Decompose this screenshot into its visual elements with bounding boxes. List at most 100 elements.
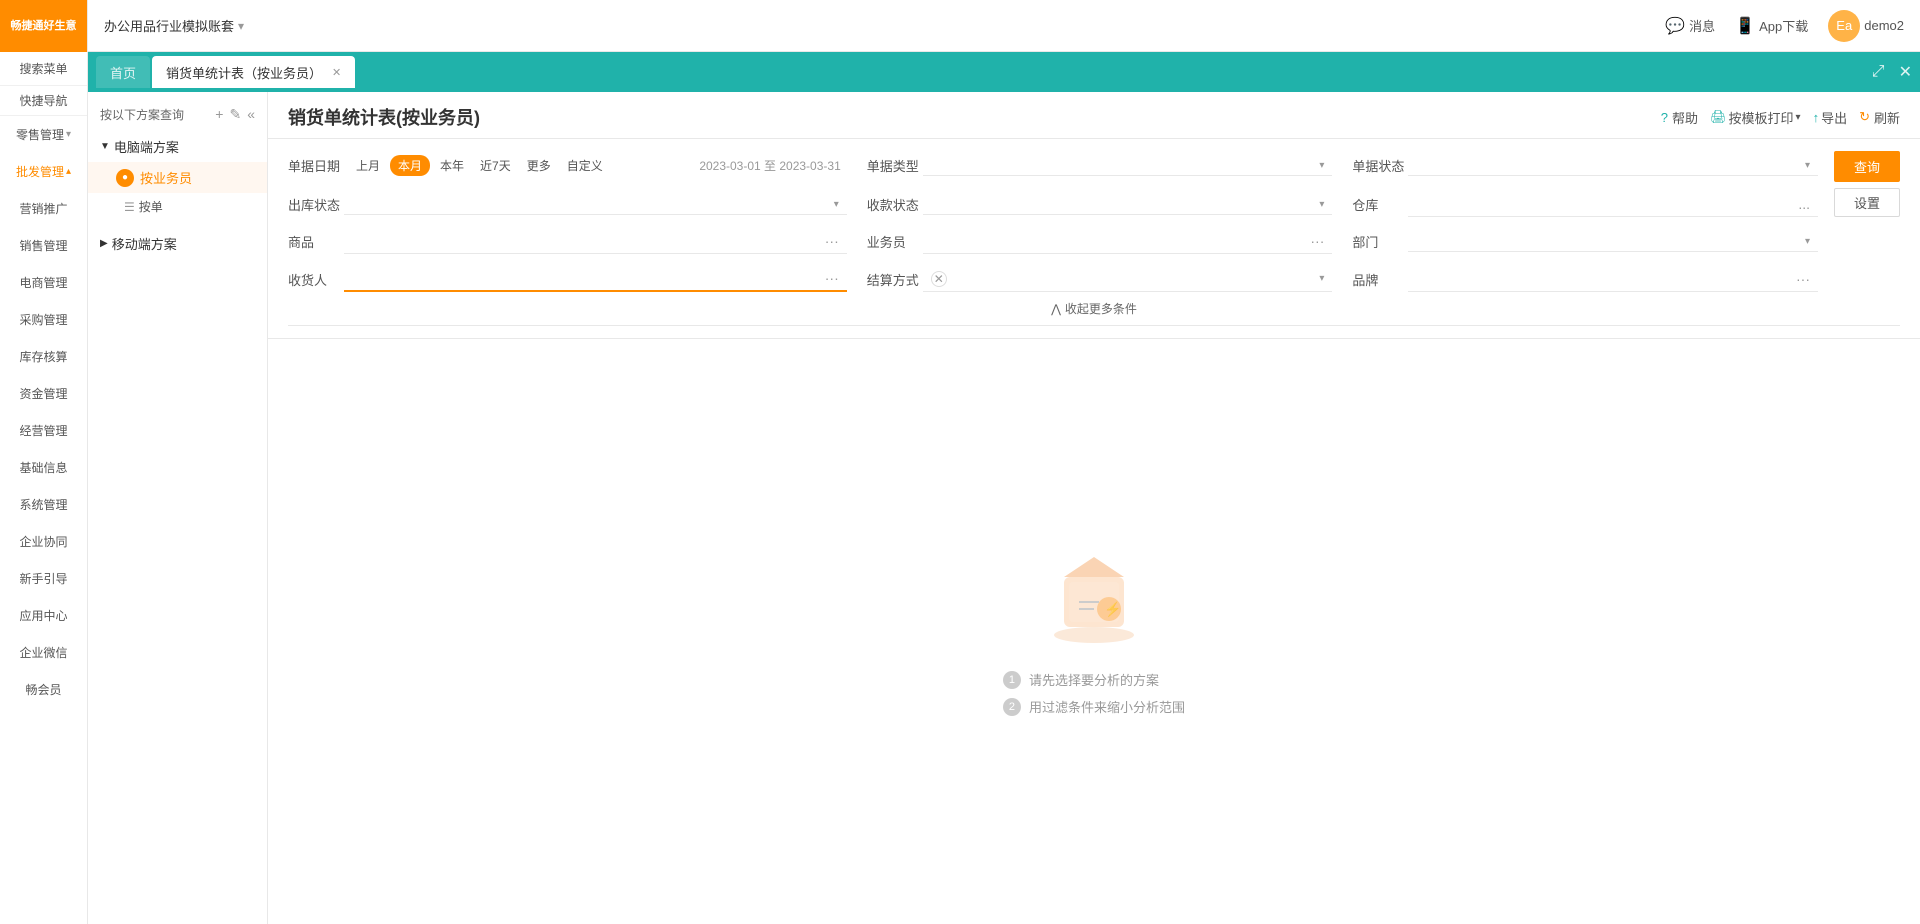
tab-sales-stat-label: 销货单统计表（按业务员）: [166, 63, 322, 82]
filter-main: 单据日期 上月 本月 本年 近7天 更多 自定义: [288, 151, 1900, 292]
add-scheme-icon[interactable]: +: [215, 106, 223, 123]
edit-scheme-icon[interactable]: ✎: [229, 106, 241, 123]
section-mobile-label: 移动端方案: [112, 234, 177, 253]
sidebar-item-label: 畅会员: [25, 681, 61, 698]
export-button[interactable]: ↑ 导出: [1813, 108, 1848, 127]
sidebar-item-member[interactable]: 畅会员: [0, 671, 87, 708]
filter-doc-status: 单据状态 ▾: [1352, 156, 1818, 176]
date-tab-custom[interactable]: 自定义: [561, 155, 609, 176]
left-panel-header: 按以下方案查询 + ✎ «: [88, 102, 267, 131]
tab-home[interactable]: 首页: [96, 56, 150, 88]
tab-maximize-icon[interactable]: ⤢: [1864, 63, 1893, 81]
lp-item-by-order[interactable]: ☰ 按单: [88, 193, 267, 220]
collapse-bar: ⋀ 收起更多条件: [288, 292, 1900, 326]
chevron-down-icon: ▾: [238, 19, 244, 33]
lp-item-by-salesperson[interactable]: ● 按业务员: [88, 162, 267, 193]
consignee-dots-icon[interactable]: ···: [825, 270, 839, 286]
out-status-control[interactable]: ▾: [344, 195, 847, 215]
salesperson-control[interactable]: ···: [923, 229, 1333, 254]
print-icon: 🖨: [1710, 109, 1727, 125]
doc-status-control[interactable]: ▾: [1408, 156, 1818, 176]
date-tab-thismonth[interactable]: 本月: [390, 155, 430, 176]
sidebar-item-newbie[interactable]: 新手引导: [0, 560, 87, 597]
tab-close-icon[interactable]: ✕: [332, 66, 341, 79]
sidebar-item-operations[interactable]: 经营管理: [0, 412, 87, 449]
message-button[interactable]: 💬 消息: [1665, 16, 1715, 36]
sidebar-item-basics[interactable]: 基础信息: [0, 449, 87, 486]
query-button[interactable]: 查询: [1834, 151, 1900, 182]
sidebar-item-marketing[interactable]: 营销推广: [0, 190, 87, 227]
sidebar-item-label: 新手引导: [19, 570, 67, 587]
sidebar-menu: 零售管理 ▾ 批发管理 ▴ 营销推广 销售管理 电商管理 采购管理 库存核算 资…: [0, 116, 87, 924]
brand-dots-icon[interactable]: ···: [1796, 271, 1810, 287]
doc-status-label: 单据状态: [1352, 156, 1408, 175]
lp-section-pc-title[interactable]: ▼ 电脑端方案: [88, 131, 267, 162]
filter-out-status: 出库状态 ▾: [288, 195, 847, 215]
lp-section-pc: ▼ 电脑端方案 ● 按业务员 ☰ 按单: [88, 131, 267, 220]
receipt-status-control[interactable]: ▾: [923, 195, 1333, 215]
filter-consignee: 收货人 ···: [288, 266, 847, 292]
date-tab-7days[interactable]: 近7天: [474, 155, 517, 176]
settings-button[interactable]: 设置: [1834, 188, 1900, 217]
left-panel-title: 按以下方案查询: [100, 106, 184, 123]
product-dots-icon[interactable]: ···: [825, 233, 839, 249]
tip-text-2: 用过滤条件来缩小分析范围: [1029, 697, 1185, 716]
lp-section-mobile: ▶ 移动端方案: [88, 228, 267, 259]
print-button[interactable]: 🖨 按模板打印 ▾: [1710, 108, 1801, 127]
sidebar-item-inventory[interactable]: 库存核算: [0, 338, 87, 375]
sidebar-item-ecommerce[interactable]: 电商管理: [0, 264, 87, 301]
sidebar-item-label: 采购管理: [19, 311, 67, 328]
sidebar-item-purchase[interactable]: 采购管理: [0, 301, 87, 338]
collapse-up-icon: ⋀: [1051, 302, 1061, 316]
sidebar-item-appcenter[interactable]: 应用中心: [0, 597, 87, 634]
filter-row-2: 出库状态 ▾ 收款状态 ▾: [288, 192, 1818, 217]
user-menu[interactable]: Ea demo2: [1828, 10, 1904, 42]
sidebar-item-wholesale[interactable]: 批发管理 ▴: [0, 153, 87, 190]
print-label: 按模板打印: [1729, 108, 1794, 127]
empty-tips: 1 请先选择要分析的方案 2 用过滤条件来缩小分析范围: [1003, 670, 1185, 716]
app-selector[interactable]: 办公用品行业模拟账套 ▾: [104, 16, 244, 35]
filter-salesperson: 业务员 ···: [867, 229, 1333, 254]
salesperson-dots-icon[interactable]: ···: [1310, 233, 1324, 249]
brand-control[interactable]: ···: [1408, 267, 1818, 292]
query-buttons: 查询 设置: [1834, 151, 1900, 217]
app-download-button[interactable]: 📱 App下载: [1735, 16, 1808, 36]
settlement-clear-icon[interactable]: ✕: [931, 271, 947, 287]
doc-type-control[interactable]: ▾: [923, 156, 1333, 176]
tab-close-all[interactable]: ✕: [1899, 62, 1912, 82]
sidebar-quicknav[interactable]: 快捷导航: [0, 86, 87, 116]
page-title: 销货单统计表(按业务员): [288, 104, 480, 130]
sidebar-item-system[interactable]: 系统管理: [0, 486, 87, 523]
receipt-status-arrow: ▾: [1319, 199, 1324, 210]
date-tab-lastmonth[interactable]: 上月: [350, 155, 386, 176]
dept-control[interactable]: ▾: [1408, 232, 1818, 252]
date-control: 上月 本月 本年 近7天 更多 自定义 2023-03-01 至 2023-03…: [344, 151, 847, 180]
expand-arrow-icon: ▼: [100, 141, 110, 152]
sidebar-item-wework[interactable]: 企业微信: [0, 634, 87, 671]
warehouse-control[interactable]: ...: [1408, 192, 1818, 217]
sidebar-item-retail[interactable]: 零售管理 ▾: [0, 116, 87, 153]
consignee-control[interactable]: ···: [344, 266, 847, 292]
collapse-label: 收起更多条件: [1065, 300, 1137, 317]
date-tabs: 上月 本月 本年 近7天 更多 自定义: [350, 155, 609, 176]
avatar: Ea: [1828, 10, 1860, 42]
collapse-button[interactable]: ⋀ 收起更多条件: [1051, 300, 1137, 317]
help-icon: ?: [1661, 110, 1668, 125]
help-button[interactable]: ? 帮助: [1661, 108, 1698, 127]
sidebar-search[interactable]: 搜索菜单: [0, 52, 87, 86]
user-name: demo2: [1864, 18, 1904, 33]
date-tab-more[interactable]: 更多: [521, 155, 557, 176]
filter-row-3: 商品 ··· 业务员 ···: [288, 229, 1818, 254]
date-tab-thisyear[interactable]: 本年: [434, 155, 470, 176]
settlement-control[interactable]: ✕ ▾: [923, 267, 1333, 292]
sidebar-item-enterprise[interactable]: 企业协同: [0, 523, 87, 560]
refresh-button[interactable]: ↻ 刷新: [1859, 108, 1900, 127]
collapse-panel-icon[interactable]: «: [247, 106, 255, 123]
sidebar-item-finance[interactable]: 资金管理: [0, 375, 87, 412]
tab-sales-stat[interactable]: 销货单统计表（按业务员） ✕: [152, 56, 355, 88]
product-control[interactable]: ···: [344, 229, 847, 254]
warehouse-dots-icon[interactable]: ...: [1798, 196, 1810, 212]
filter-doc-type: 单据类型 ▾: [867, 156, 1333, 176]
sidebar-item-sales[interactable]: 销售管理: [0, 227, 87, 264]
lp-section-mobile-title[interactable]: ▶ 移动端方案: [88, 228, 267, 259]
